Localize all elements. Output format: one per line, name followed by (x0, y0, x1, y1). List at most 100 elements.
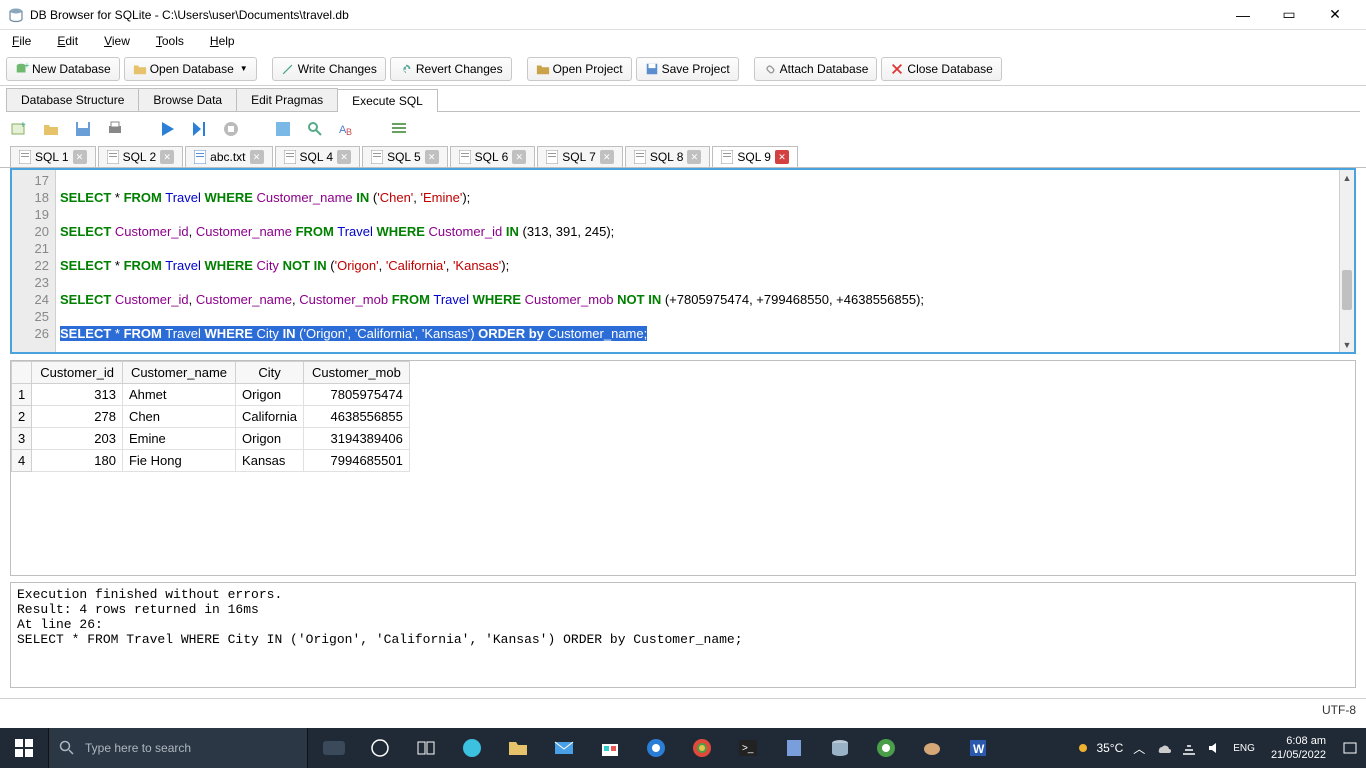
new-tab-icon[interactable]: + (10, 120, 28, 138)
taskbar-app-word[interactable]: W (956, 728, 1000, 768)
taskbar-app-taskview[interactable] (404, 728, 448, 768)
taskbar-app-explorer[interactable] (496, 728, 540, 768)
taskbar-app-chrome2[interactable] (864, 728, 908, 768)
tab-execute-sql[interactable]: Execute SQL (337, 89, 438, 112)
taskbar-app-sqlite[interactable] (818, 728, 862, 768)
taskbar-app-chrome[interactable] (680, 728, 724, 768)
close-tab-icon[interactable]: ✕ (775, 150, 789, 164)
file-tab-6[interactable]: SQL 7✕ (537, 146, 623, 167)
menu-help[interactable]: Help (204, 32, 241, 50)
tray-clock[interactable]: 6:08 am 21/05/2022 (1265, 734, 1332, 762)
open-proj-icon (536, 62, 550, 76)
editor-code[interactable]: SELECT * FROM Travel WHERE Customer_name… (56, 170, 1339, 352)
col-Customer_name[interactable]: Customer_name (122, 362, 235, 384)
close-tab-icon[interactable]: ✕ (687, 150, 701, 164)
taskbar-app-mail[interactable] (542, 728, 586, 768)
weather-widget[interactable]: 35°C (1074, 739, 1123, 757)
find-replace-icon[interactable]: AB (338, 120, 356, 138)
print-icon[interactable] (106, 120, 124, 138)
table-row[interactable]: 2278ChenCalifornia4638556855 (12, 406, 410, 428)
tray-volume-icon[interactable] (1207, 740, 1223, 756)
menubar: File Edit View Tools Help (0, 30, 1366, 52)
app-icon (8, 7, 24, 23)
execute-line-icon[interactable] (190, 120, 208, 138)
scroll-thumb[interactable] (1342, 270, 1352, 310)
table-row[interactable]: 3203EmineOrigon3194389406 (12, 428, 410, 450)
close-tab-icon[interactable]: ✕ (337, 150, 351, 164)
open-database-button[interactable]: Open Database▼ (124, 57, 257, 81)
tray-notifications-icon[interactable] (1342, 740, 1358, 756)
close-button[interactable]: ✕ (1312, 0, 1358, 30)
taskbar-app-terminal[interactable]: >_ (726, 728, 770, 768)
status-encoding: UTF-8 (1322, 703, 1356, 717)
save-results-icon[interactable] (274, 120, 292, 138)
results-pane: Customer_idCustomer_nameCityCustomer_mob… (10, 360, 1356, 576)
sql-file-icon (371, 150, 383, 164)
menu-edit[interactable]: Edit (51, 32, 84, 50)
tray-network-icon[interactable] (1181, 740, 1197, 756)
search-icon (59, 740, 75, 756)
file-tab-8[interactable]: SQL 9✕ (712, 146, 798, 167)
results-table[interactable]: Customer_idCustomer_nameCityCustomer_mob… (11, 361, 410, 472)
col-City[interactable]: City (236, 362, 304, 384)
tray-chevron-icon[interactable]: ︿ (1133, 740, 1145, 757)
taskbar-app-browser[interactable] (634, 728, 678, 768)
open-file-icon[interactable] (42, 120, 60, 138)
taskbar-app-store[interactable] (588, 728, 632, 768)
close-tab-icon[interactable]: ✕ (250, 150, 264, 164)
save-sql-icon[interactable] (74, 120, 92, 138)
table-row[interactable]: 4180Fie HongKansas7994685501 (12, 450, 410, 472)
file-tab-4[interactable]: SQL 5✕ (362, 146, 448, 167)
menu-tools[interactable]: Tools (150, 32, 190, 50)
col-Customer_id[interactable]: Customer_id (32, 362, 123, 384)
taskbar-search[interactable]: Type here to search (48, 728, 308, 768)
close-tab-icon[interactable]: ✕ (425, 150, 439, 164)
revert-changes-button[interactable]: Revert Changes (390, 57, 512, 81)
tab-edit-pragmas[interactable]: Edit Pragmas (236, 88, 338, 111)
file-tab-7[interactable]: SQL 8✕ (625, 146, 711, 167)
write-changes-button[interactable]: Write Changes (272, 57, 386, 81)
table-row[interactable]: 1313AhmetOrigon7805975474 (12, 384, 410, 406)
minimize-button[interactable]: — (1220, 0, 1266, 30)
file-tab-3[interactable]: SQL 4✕ (275, 146, 361, 167)
sql-file-icon (459, 150, 471, 164)
tab-database-structure[interactable]: Database Structure (6, 88, 139, 111)
col-Customer_mob[interactable]: Customer_mob (303, 362, 409, 384)
close-tab-icon[interactable]: ✕ (600, 150, 614, 164)
sql-editor[interactable]: 17181920212223242526 SELECT * FROM Trave… (10, 168, 1356, 354)
maximize-button[interactable]: ▭ (1266, 0, 1312, 30)
execute-icon[interactable] (158, 120, 176, 138)
close-tab-icon[interactable]: ✕ (512, 150, 526, 164)
scroll-down-icon[interactable]: ▼ (1340, 337, 1354, 352)
stop-icon[interactable] (222, 120, 240, 138)
new-db-icon: + (15, 62, 29, 76)
menu-view[interactable]: View (98, 32, 136, 50)
editor-scrollbar[interactable]: ▲ ▼ (1339, 170, 1354, 352)
attach-database-button[interactable]: Attach Database (754, 57, 878, 81)
close-database-button[interactable]: Close Database (881, 57, 1001, 81)
close-tab-icon[interactable]: ✕ (160, 150, 174, 164)
taskbar-app-edge[interactable] (450, 728, 494, 768)
indent-icon[interactable] (390, 120, 408, 138)
file-tab-0[interactable]: SQL 1✕ (10, 146, 96, 167)
scroll-up-icon[interactable]: ▲ (1340, 170, 1354, 185)
open-project-button[interactable]: Open Project (527, 57, 632, 81)
menu-file[interactable]: File (6, 32, 37, 50)
save-project-button[interactable]: Save Project (636, 57, 739, 81)
close-tab-icon[interactable]: ✕ (73, 150, 87, 164)
taskbar-app-notes[interactable] (772, 728, 816, 768)
find-icon[interactable] (306, 120, 324, 138)
taskbar-app-meetnow[interactable] (312, 728, 356, 768)
start-button[interactable] (0, 728, 48, 768)
file-tab-5[interactable]: SQL 6✕ (450, 146, 536, 167)
tab-browse-data[interactable]: Browse Data (138, 88, 237, 111)
log-pane[interactable]: Execution finished without errors. Resul… (10, 582, 1356, 688)
tray-language[interactable]: ENG (1233, 743, 1255, 754)
file-tab-2[interactable]: abc.txt✕ (185, 146, 272, 167)
file-tab-1[interactable]: SQL 2✕ (98, 146, 184, 167)
new-database-button[interactable]: +New Database (6, 57, 120, 81)
taskbar-app-paint[interactable] (910, 728, 954, 768)
tray-onedrive-icon[interactable] (1155, 740, 1171, 756)
taskbar-app-cortana[interactable] (358, 728, 402, 768)
sun-icon (1074, 739, 1092, 757)
